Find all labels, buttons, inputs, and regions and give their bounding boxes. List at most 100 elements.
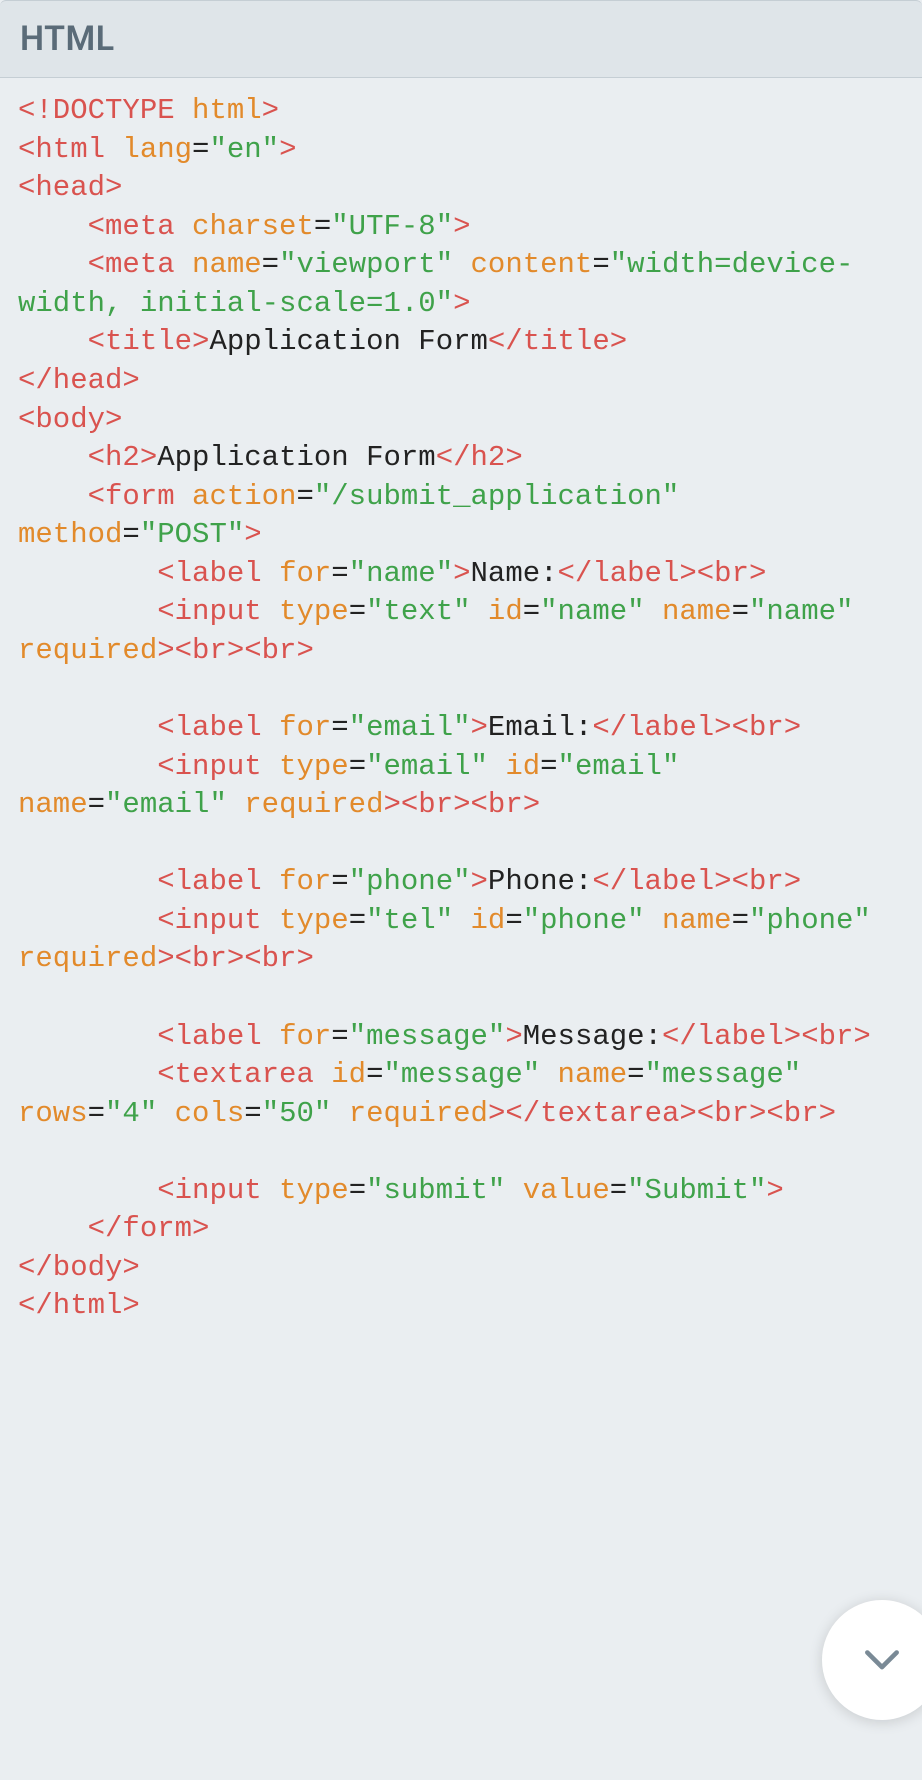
- scroll-down-button[interactable]: [822, 1600, 922, 1720]
- code-token: >: [157, 634, 174, 667]
- code-token: [262, 595, 279, 628]
- code-token: "email": [366, 750, 488, 783]
- code-token: >: [244, 518, 261, 551]
- code-token: rows: [18, 1097, 88, 1130]
- code-token: =: [592, 248, 609, 281]
- code-token: >: [384, 788, 401, 821]
- code-token: "email": [105, 788, 227, 821]
- code-token: for: [279, 1020, 331, 1053]
- code-token: [679, 750, 696, 783]
- code-token: =: [244, 1097, 261, 1130]
- code-token: <input: [157, 750, 261, 783]
- code-token: =: [540, 750, 557, 783]
- code-token: >: [157, 942, 174, 975]
- code-token: [18, 441, 88, 474]
- code-token: [453, 248, 470, 281]
- code-token: =: [331, 557, 348, 590]
- code-token: <body>: [18, 403, 122, 436]
- code-token: =: [610, 1174, 627, 1207]
- code-token: <label: [157, 711, 261, 744]
- code-token: =: [88, 1097, 105, 1130]
- code-token: cols: [175, 1097, 245, 1130]
- code-token: "POST": [140, 518, 244, 551]
- code-token: [157, 1097, 174, 1130]
- code-token: [314, 1058, 331, 1091]
- code-token: <head>: [18, 171, 122, 204]
- code-token: for: [279, 711, 331, 744]
- code-language-label: HTML: [20, 19, 115, 59]
- code-token: [18, 711, 157, 744]
- code-token: =: [505, 904, 522, 937]
- code-token: action: [192, 480, 296, 513]
- code-token: <html: [18, 133, 105, 166]
- code-token: [471, 595, 488, 628]
- code-token: <br><br>: [401, 788, 540, 821]
- code-token: >: [505, 1020, 522, 1053]
- code-token: >: [766, 1174, 783, 1207]
- code-token: =: [349, 750, 366, 783]
- code-token: [505, 1174, 522, 1207]
- code-token: [645, 904, 662, 937]
- code-token: Message:: [523, 1020, 662, 1053]
- code-token: name: [558, 1058, 628, 1091]
- code-token: type: [279, 1174, 349, 1207]
- code-block[interactable]: <!DOCTYPE html> <html lang="en"> <head> …: [0, 78, 922, 1366]
- code-token: [227, 788, 244, 821]
- code-token: "phone": [523, 904, 645, 937]
- code-token: "Submit": [627, 1174, 766, 1207]
- code-token: [331, 1097, 348, 1130]
- code-token: =: [349, 1174, 366, 1207]
- code-token: "email": [558, 750, 680, 783]
- code-token: name: [18, 788, 88, 821]
- code-token: [175, 480, 192, 513]
- code-token: =: [88, 788, 105, 821]
- code-token: =: [349, 595, 366, 628]
- code-token: id: [331, 1058, 366, 1091]
- code-token: id: [471, 904, 506, 937]
- code-token: for: [279, 557, 331, 590]
- code-token: "viewport": [279, 248, 453, 281]
- code-token: =: [349, 904, 366, 937]
- code-token: "/submit_application": [314, 480, 679, 513]
- code-token: </head>: [18, 364, 140, 397]
- code-token: =: [262, 248, 279, 281]
- code-token: <title>: [88, 325, 210, 358]
- code-token: </label>: [662, 1020, 801, 1053]
- code-token: type: [279, 595, 349, 628]
- code-token: for: [279, 865, 331, 898]
- code-token: "message": [349, 1020, 506, 1053]
- code-token: <br><br>: [175, 634, 314, 667]
- code-token: </title>: [488, 325, 627, 358]
- code-token: [262, 1020, 279, 1053]
- code-token: [488, 750, 505, 783]
- code-token: "name": [749, 595, 853, 628]
- code-token: [18, 865, 157, 898]
- code-token: id: [488, 595, 523, 628]
- code-token: >: [453, 557, 470, 590]
- code-token: =: [314, 210, 331, 243]
- code-token: </form>: [88, 1212, 210, 1245]
- code-token: Application Form: [157, 441, 435, 474]
- code-token: name: [192, 248, 262, 281]
- code-token: <!DOCTYPE: [18, 94, 175, 127]
- code-token: "email": [349, 711, 471, 744]
- code-token: </body>: [18, 1251, 140, 1284]
- code-token: <input: [157, 1174, 261, 1207]
- code-token: [18, 1020, 157, 1053]
- code-token: <label: [157, 557, 261, 590]
- code-token: <input: [157, 904, 261, 937]
- code-snippet-container: HTML <!DOCTYPE html> <html lang="en"> <h…: [0, 0, 922, 1780]
- code-token: [18, 595, 157, 628]
- code-token: [262, 711, 279, 744]
- code-token: "50": [262, 1097, 332, 1130]
- code-token: =: [331, 1020, 348, 1053]
- code-token: =: [331, 865, 348, 898]
- code-token: >: [488, 1097, 505, 1130]
- code-token: [262, 1174, 279, 1207]
- code-token: "phone": [349, 865, 471, 898]
- code-token: =: [732, 904, 749, 937]
- code-token: </h2>: [436, 441, 523, 474]
- code-token: [262, 750, 279, 783]
- code-token: </label>: [592, 865, 731, 898]
- code-token: [853, 595, 870, 628]
